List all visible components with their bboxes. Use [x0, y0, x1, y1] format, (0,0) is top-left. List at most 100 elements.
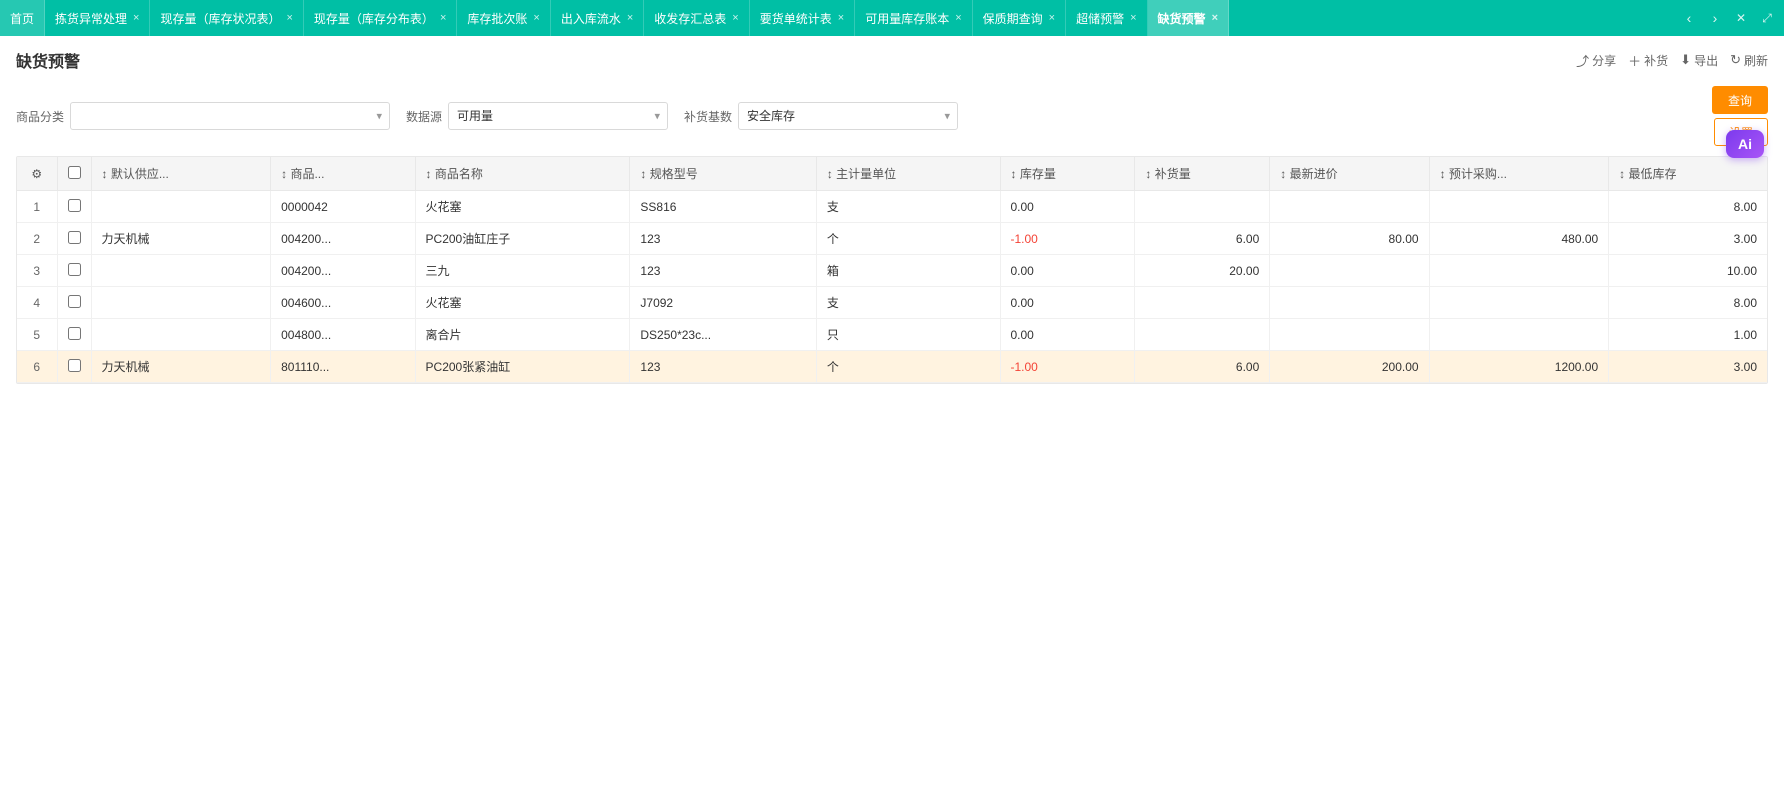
nav-tab-close-5[interactable]: ×	[627, 12, 633, 24]
nav-tab-close-8[interactable]: ×	[955, 12, 961, 24]
cell-replenish-qty: 6.00	[1135, 223, 1270, 255]
table-row: 4004600...火花塞J7092支0.008.00	[17, 287, 1767, 319]
nav-tab-close-3[interactable]: ×	[440, 12, 446, 24]
cell-product-name: PC200张紧油缸	[415, 351, 630, 383]
row-checkbox-cell[interactable]	[57, 255, 91, 287]
column-unit-header[interactable]: ↕ 主计量单位	[816, 157, 1000, 191]
cell-product-name: 三九	[415, 255, 630, 287]
query-button[interactable]: 查询	[1712, 86, 1768, 114]
column-supplier-header[interactable]: ↕ 默认供应...	[91, 157, 271, 191]
cell-supplier	[91, 191, 271, 223]
export-button[interactable]: ⬇ 导出	[1680, 52, 1718, 69]
nav-tab-close-6[interactable]: ×	[732, 12, 738, 24]
nav-prev-arrow[interactable]: ‹	[1678, 7, 1700, 29]
cell-min-stock: 3.00	[1609, 223, 1767, 255]
nav-tab-4[interactable]: 库存批次账×	[457, 0, 550, 36]
cell-stock: -1.00	[1000, 223, 1135, 255]
nav-tab-2[interactable]: 现存量（库存状况表）×	[150, 0, 303, 36]
select-all-checkbox[interactable]	[68, 166, 81, 179]
category-label: 商品分类	[16, 108, 64, 125]
nav-tab-close-4[interactable]: ×	[533, 12, 539, 24]
nav-tab-7[interactable]: 要货单统计表×	[750, 0, 855, 36]
nav-tab-3[interactable]: 现存量（库存分布表）×	[304, 0, 457, 36]
cell-unit: 支	[816, 287, 1000, 319]
category-select[interactable]	[70, 102, 390, 130]
cell-replenish-qty	[1135, 191, 1270, 223]
column-product-code-header[interactable]: ↕ 商品...	[271, 157, 415, 191]
row-checkbox[interactable]	[68, 295, 81, 308]
cell-spec: 123	[630, 255, 816, 287]
ai-button[interactable]: Ai	[1726, 130, 1764, 158]
row-checkbox[interactable]	[68, 327, 81, 340]
column-replenish-qty-header[interactable]: ↕ 补货量	[1135, 157, 1270, 191]
category-select-wrapper	[70, 102, 390, 130]
nav-tab-8[interactable]: 可用量库存账本×	[855, 0, 972, 36]
data-table: ⚙ ↕ 默认供应... ↕ 商品... ↕ 商品名称 ↕ 规格型号 ↕ 主计量单…	[17, 157, 1767, 383]
category-filter-group: 商品分类	[16, 102, 390, 130]
header-actions: ⤴ 分享 ＋ 补货 ⬇ 导出 ↻ 刷新	[1576, 51, 1768, 70]
nav-tab-close-1[interactable]: ×	[133, 12, 139, 24]
column-stock-header[interactable]: ↕ 库存量	[1000, 157, 1135, 191]
row-checkbox-cell[interactable]	[57, 351, 91, 383]
nav-next-arrow[interactable]: ›	[1704, 7, 1726, 29]
cell-spec: J7092	[630, 287, 816, 319]
nav-tab-10[interactable]: 超储预警×	[1066, 0, 1147, 36]
page-header: 缺货预警 ⤴ 分享 ＋ 补货 ⬇ 导出 ↻ 刷新	[16, 48, 1768, 72]
page-content: 缺货预警 ⤴ 分享 ＋ 补货 ⬇ 导出 ↻ 刷新 商品分类	[0, 36, 1784, 796]
refresh-button[interactable]: ↻ 刷新	[1730, 52, 1768, 69]
cell-supplier: 力天机械	[91, 223, 271, 255]
nav-tab-close-11[interactable]: ×	[1212, 12, 1218, 24]
nav-tab-11[interactable]: 缺货预警×	[1148, 0, 1229, 36]
nav-tab-9[interactable]: 保质期查询×	[973, 0, 1066, 36]
column-est-purchase-header[interactable]: ↕ 预计采购...	[1429, 157, 1609, 191]
cell-stock: 0.00	[1000, 319, 1135, 351]
replenish-base-select[interactable]: 安全库存	[738, 102, 958, 130]
column-latest-price-header[interactable]: ↕ 最新进价	[1270, 157, 1429, 191]
share-button[interactable]: ⤴ 分享	[1576, 51, 1616, 70]
datasource-filter-group: 数据源 可用量	[406, 102, 668, 130]
datasource-select[interactable]: 可用量	[448, 102, 668, 130]
row-number: 5	[17, 319, 57, 351]
cell-est-purchase	[1429, 255, 1609, 287]
table-row: 10000042火花塞SS816支0.008.00	[17, 191, 1767, 223]
row-checkbox[interactable]	[68, 231, 81, 244]
cell-est-purchase	[1429, 191, 1609, 223]
nav-tab-0[interactable]: 首页	[0, 0, 45, 36]
nav-tab-close-10[interactable]: ×	[1130, 12, 1136, 24]
row-checkbox[interactable]	[68, 359, 81, 372]
row-checkbox-cell[interactable]	[57, 191, 91, 223]
nav-tab-5[interactable]: 出入库流水×	[551, 0, 644, 36]
cell-est-purchase: 1200.00	[1429, 351, 1609, 383]
cell-replenish-qty	[1135, 319, 1270, 351]
row-number: 4	[17, 287, 57, 319]
cell-min-stock: 8.00	[1609, 191, 1767, 223]
row-checkbox-cell[interactable]	[57, 223, 91, 255]
row-checkbox-cell[interactable]	[57, 287, 91, 319]
cell-stock: 0.00	[1000, 287, 1135, 319]
row-checkbox[interactable]	[68, 263, 81, 276]
cell-unit: 个	[816, 223, 1000, 255]
column-product-name-header[interactable]: ↕ 商品名称	[415, 157, 630, 191]
cell-product-code: 004200...	[271, 255, 415, 287]
nav-tab-6[interactable]: 收发存汇总表×	[644, 0, 749, 36]
nav-tab-close-7[interactable]: ×	[838, 12, 844, 24]
nav-tab-1[interactable]: 拣货异常处理×	[45, 0, 150, 36]
column-min-stock-header[interactable]: ↕ 最低库存	[1609, 157, 1767, 191]
column-spec-header[interactable]: ↕ 规格型号	[630, 157, 816, 191]
nav-tab-close-2[interactable]: ×	[286, 12, 292, 24]
table-body: 10000042火花塞SS816支0.008.002 力天机械004200... P…	[17, 191, 1767, 383]
nav-maximize-icon[interactable]: ⤢	[1756, 7, 1778, 29]
cell-unit: 箱	[816, 255, 1000, 287]
row-number: 6	[17, 351, 57, 383]
row-checkbox-cell[interactable]	[57, 319, 91, 351]
row-checkbox[interactable]	[68, 199, 81, 212]
row-number: 2	[17, 223, 57, 255]
nav-close-icon[interactable]: ✕	[1730, 7, 1752, 29]
datasource-label: 数据源	[406, 108, 442, 125]
replenish-button[interactable]: ＋ 补货	[1628, 51, 1668, 70]
column-checkbox-header[interactable]	[57, 157, 91, 191]
nav-tab-close-9[interactable]: ×	[1049, 12, 1055, 24]
cell-min-stock: 8.00	[1609, 287, 1767, 319]
cell-est-purchase	[1429, 319, 1609, 351]
column-settings-icon[interactable]: ⚙	[17, 157, 57, 191]
